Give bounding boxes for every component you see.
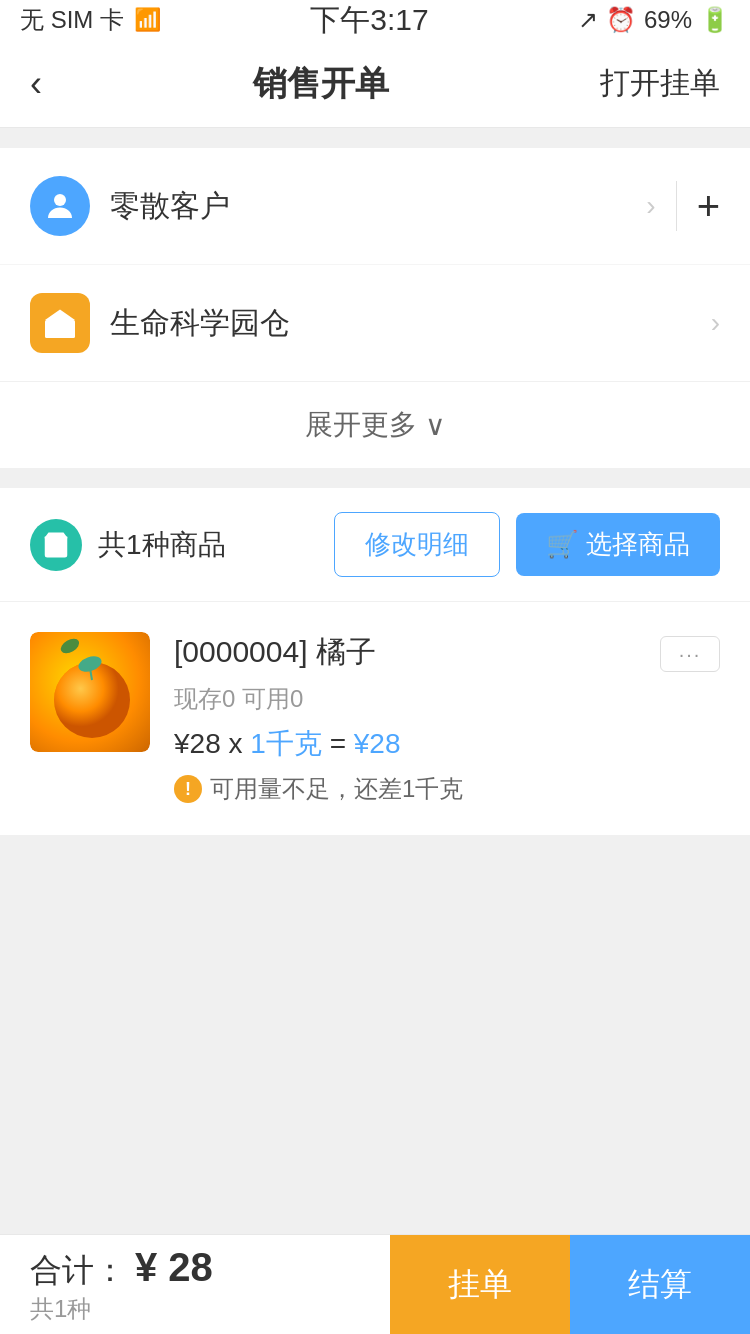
product-section: 共1种商品 修改明细 🛒 选择商品 [0,488,750,835]
product-image [30,632,150,752]
customer-name: 零散客户 [110,186,646,227]
battery-icon: 🔋 [700,6,730,34]
building-icon [42,305,78,341]
warehouse-row[interactable]: 生命科学园仓 › [0,265,750,381]
product-more: ··· [660,632,720,805]
product-item: [0000004] 橘子 现存0 可用0 ¥28 x 1千克 = ¥28 [0,602,750,835]
product-info: [0000004] 橘子 现存0 可用0 ¥28 x 1千克 = ¥28 [174,632,636,805]
user-icon [42,188,78,224]
status-time: 下午3:17 [310,0,428,41]
customer-actions: › + [646,181,720,231]
expand-more-row[interactable]: 展开更多 ∨ [0,381,750,468]
wifi-icon: 📶 [134,7,161,33]
modify-detail-button[interactable]: 修改明细 [334,512,500,577]
cart-add-icon: 🛒 [546,529,578,560]
total-count: 共1种 [30,1293,360,1325]
product-count-icon [30,519,82,571]
warehouse-section: 生命科学园仓 › [0,265,750,381]
product-price: ¥28 x 1千克 = ¥28 [174,725,636,763]
warehouse-chevron-icon[interactable]: › [711,307,720,339]
nav-bar: ‹ 销售开单 打开挂单 [0,40,750,128]
vertical-separator [676,181,677,231]
bottom-bar: 合计： ¥ 28 共1种 挂单 结算 [0,1234,750,1334]
status-left: 无 SIM 卡 📶 [20,4,161,36]
alarm-icon: ⏰ [606,6,636,34]
warning-icon: ! [174,775,202,803]
top-divider [0,128,750,148]
open-pending-button[interactable]: 打开挂单 [600,63,720,104]
empty-area [0,835,750,1235]
svg-rect-2 [56,326,65,338]
hang-order-button[interactable]: 挂单 [390,1235,570,1335]
svg-point-5 [54,662,130,738]
status-right: ↗ ⏰ 69% 🔋 [578,6,730,34]
more-options-button[interactable]: ··· [660,636,720,672]
location-icon: ↗ [578,6,598,34]
product-header: 共1种商品 修改明细 🛒 选择商品 [0,488,750,602]
orange-image [30,632,150,752]
warning-text: 可用量不足，还差1千克 [210,773,463,805]
select-product-button[interactable]: 🛒 选择商品 [516,513,720,576]
warehouse-icon [30,293,90,353]
add-customer-button[interactable]: + [697,184,720,229]
customer-section: 零散客户 › + [0,148,750,265]
customer-chevron-icon[interactable]: › [646,190,655,222]
customer-row: 零散客户 › + [0,148,750,265]
product-count-text: 共1种商品 [98,526,334,564]
cart-icon [41,530,71,560]
battery-label: 69% [644,6,692,34]
back-button[interactable]: ‹ [30,63,42,105]
warehouse-name: 生命科学园仓 [110,303,711,344]
product-name: [0000004] 橘子 [174,632,636,673]
total-section: 合计： ¥ 28 共1种 [0,1245,390,1325]
checkout-button[interactable]: 结算 [570,1235,750,1335]
product-stock: 现存0 可用0 [174,683,636,715]
sim-label: 无 SIM 卡 [20,4,124,36]
svg-point-0 [54,194,66,206]
page-title: 销售开单 [253,61,389,107]
product-total: ¥28 [354,728,401,759]
chevron-down-icon: ∨ [425,409,446,442]
orange-svg [40,642,140,742]
expand-more-label: 展开更多 ∨ [305,406,446,444]
product-warning: ! 可用量不足，还差1千克 [174,773,636,805]
product-qty: 1千克 [250,728,322,759]
total-amount-value: ¥ 28 [135,1245,213,1289]
middle-divider [0,468,750,488]
customer-avatar [30,176,90,236]
status-bar: 无 SIM 卡 📶 下午3:17 ↗ ⏰ 69% 🔋 [0,0,750,40]
total-amount: 合计： ¥ 28 [30,1245,360,1293]
